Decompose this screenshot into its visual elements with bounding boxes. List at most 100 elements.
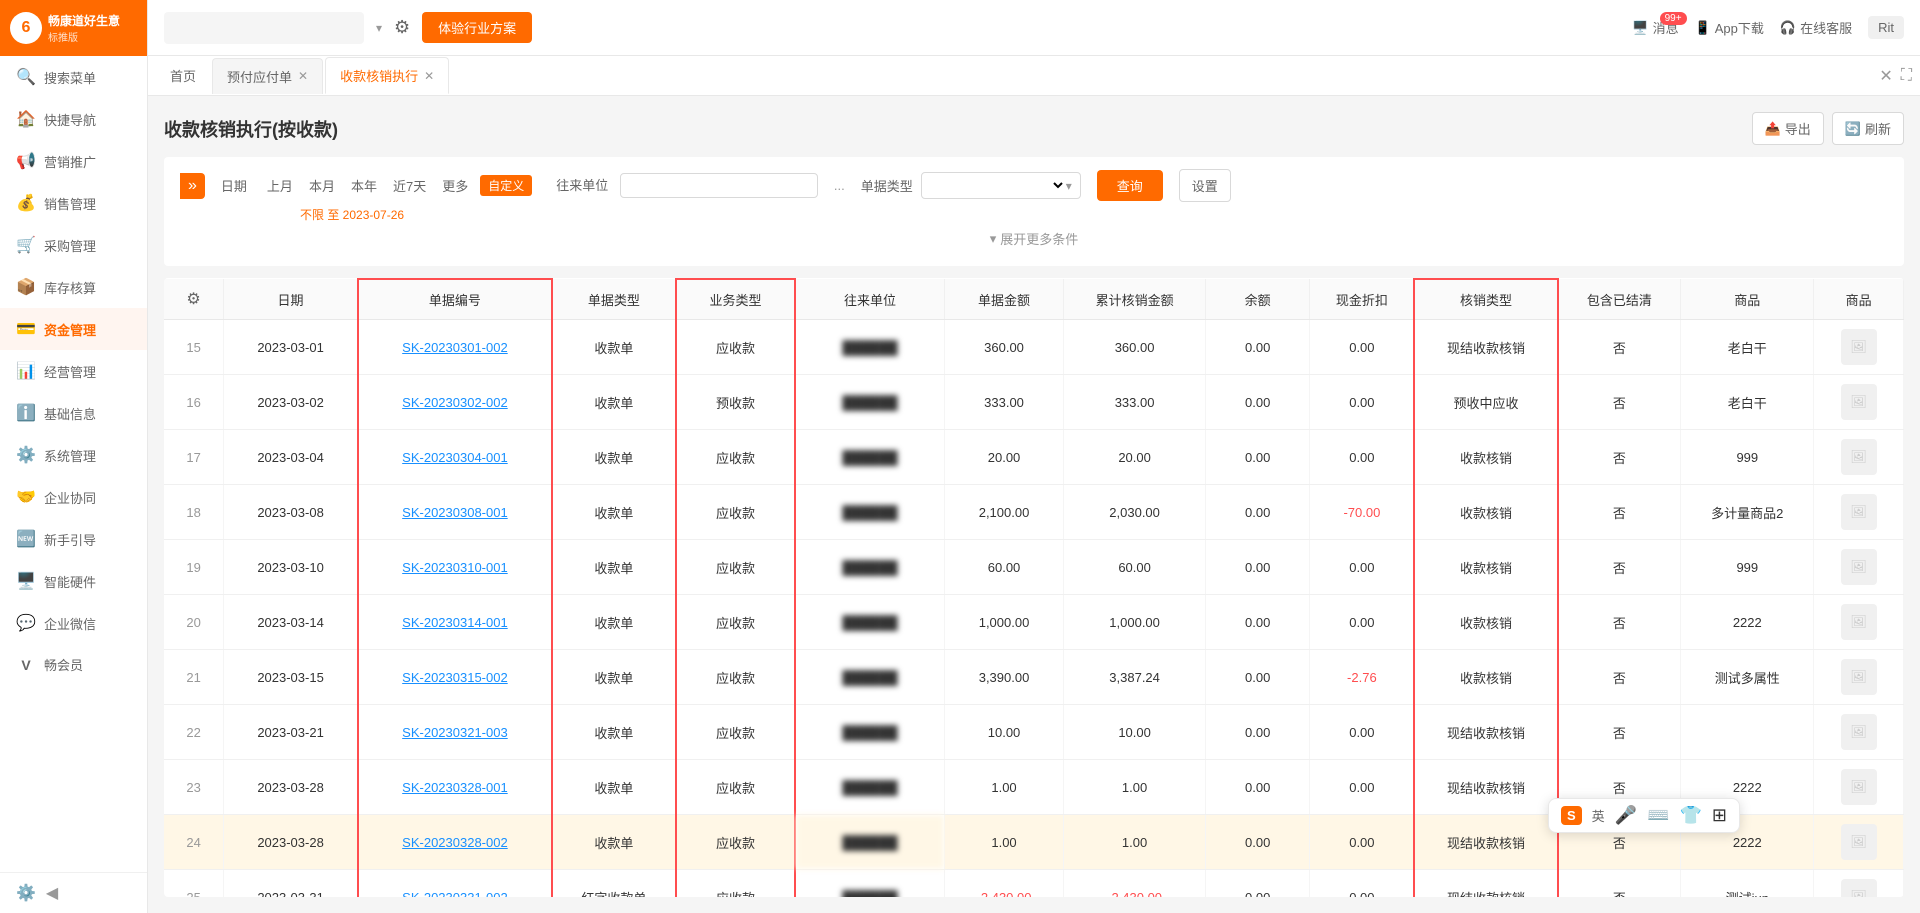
floating-ime-toolbar: S 英 🎤 ⌨️ 👕 ⊞ — [1548, 798, 1740, 833]
sidebar-item-sales[interactable]: 💰 销售管理 — [0, 182, 147, 224]
cell-voucher-no[interactable]: SK-20230310-001 — [358, 540, 552, 595]
floating-keyboard-icon[interactable]: ⌨️ — [1647, 805, 1669, 826]
cell-amount: 1.00 — [944, 815, 1063, 870]
sidebar-item-capital[interactable]: 💳 资金管理 — [0, 308, 147, 350]
tabbar-close-all-icon[interactable]: ✕ — [1879, 66, 1892, 86]
voucher-filter-label: 单据类型 — [861, 176, 913, 195]
cell-date: 2023-03-21 — [224, 705, 358, 760]
sidebar-item-purchase[interactable]: 🛒 采购管理 — [0, 224, 147, 266]
sidebar-item-label-inventory: 库存核算 — [44, 278, 96, 297]
topbar-online-service[interactable]: 🎧 在线客服 — [1780, 18, 1852, 37]
tabbar-expand-icon[interactable]: ⛶ — [1901, 67, 1912, 85]
tab-home[interactable]: 首页 — [156, 58, 210, 93]
filter-toggle-button[interactable]: » — [180, 173, 205, 199]
cell-voucher-no[interactable]: SK-20230315-002 — [358, 650, 552, 705]
topbar-app-download[interactable]: 📱 App下载 — [1695, 18, 1764, 37]
sidebar-item-marketing[interactable]: 📢 营销推广 — [0, 140, 147, 182]
topbar: ▾ ⚙ 体验行业方案 🖥️ 消息 99+ 📱 App下载 🎧 在线客服 Rit — [148, 0, 1920, 56]
service-icon: 🎧 — [1780, 20, 1796, 36]
topbar-chevron-icon: ▾ — [376, 21, 382, 35]
query-button[interactable]: 查询 — [1097, 170, 1163, 201]
cell-voucher-no[interactable]: SK-20230308-001 — [358, 485, 552, 540]
cell-product-thumb: 🖼 — [1814, 320, 1904, 375]
gear-icon: ⚙ — [186, 291, 200, 308]
unit-filter-input[interactable] — [620, 173, 818, 198]
solution-button[interactable]: 体验行业方案 — [422, 12, 532, 43]
th-gear[interactable]: ⚙ — [164, 279, 224, 320]
sidebar-item-guide[interactable]: 🆕 新手引导 — [0, 518, 147, 560]
export-button[interactable]: 📤 导出 — [1752, 112, 1824, 145]
floating-grid-icon[interactable]: ⊞ — [1712, 805, 1727, 826]
floating-mic-icon[interactable]: 🎤 — [1615, 805, 1637, 826]
topbar-user-menu[interactable]: Rit — [1868, 16, 1904, 39]
cell-voucher-no[interactable]: SK-20230304-001 — [358, 430, 552, 485]
date-btn-more[interactable]: 更多 — [438, 174, 472, 197]
page-actions: 📤 导出 🔄 刷新 — [1752, 112, 1904, 145]
cell-write-off-type: 收款核销 — [1414, 485, 1557, 540]
sidebar-item-operation[interactable]: 📊 经营管理 — [0, 350, 147, 392]
date-btn-last-month[interactable]: 上月 — [263, 174, 297, 197]
cell-voucher-no[interactable]: SK-20230331-002 — [358, 870, 552, 898]
sidebar-item-member[interactable]: V 畅会员 — [0, 644, 147, 685]
tab-collection[interactable]: 收款核销执行 ✕ — [325, 57, 449, 94]
sidebar-item-label-marketing: 营销推广 — [44, 152, 96, 171]
voucher-type-select-wrap: ▾ — [921, 172, 1081, 199]
date-btn-custom[interactable]: 自定义 — [480, 175, 532, 196]
cell-biz-type: 应收款 — [676, 650, 795, 705]
sidebar-item-search[interactable]: 🔍 搜索菜单 — [0, 56, 147, 98]
th-product: 商品 — [1681, 279, 1814, 320]
tab-prepay[interactable]: 预付应付单 ✕ — [212, 58, 323, 94]
collapse-icon[interactable]: ◀ — [46, 883, 58, 903]
cell-balance: 0.00 — [1205, 705, 1309, 760]
cell-voucher-no[interactable]: SK-20230328-002 — [358, 815, 552, 870]
tab-collection-close[interactable]: ✕ — [424, 69, 434, 83]
date-btn-this-year[interactable]: 本年 — [347, 174, 381, 197]
cell-write-off: 10.00 — [1064, 705, 1206, 760]
cell-balance: 0.00 — [1205, 650, 1309, 705]
row-number: 22 — [164, 705, 224, 760]
tab-prepay-close[interactable]: ✕ — [298, 69, 308, 83]
sidebar-item-enterprise[interactable]: 🤝 企业协同 — [0, 476, 147, 518]
cell-voucher-no[interactable]: SK-20230302-002 — [358, 375, 552, 430]
sidebar-item-inventory[interactable]: 📦 库存核算 — [0, 266, 147, 308]
cell-product-thumb: 🖼 — [1814, 870, 1904, 898]
cell-write-off-type: 收款核销 — [1414, 540, 1557, 595]
cell-unit: ██████ — [795, 320, 944, 375]
th-voucher-no: 单据编号 — [358, 279, 552, 320]
cell-voucher-no[interactable]: SK-20230314-001 — [358, 595, 552, 650]
sidebar-item-basic[interactable]: ℹ️ 基础信息 — [0, 392, 147, 434]
sidebar-item-system[interactable]: ⚙️ 系统管理 — [0, 434, 147, 476]
topbar-msg[interactable]: 🖥️ 消息 99+ — [1632, 18, 1678, 37]
th-voucher-type: 单据类型 — [552, 279, 676, 320]
cell-discount: -70.00 — [1310, 485, 1414, 540]
topbar-search-input[interactable] — [174, 20, 354, 35]
cell-discount: 0.00 — [1310, 430, 1414, 485]
cell-unit: ██████ — [795, 760, 944, 815]
sidebar-item-wechat[interactable]: 💬 企业微信 — [0, 602, 147, 644]
cell-date: 2023-03-28 — [224, 815, 358, 870]
cell-voucher-no[interactable]: SK-20230328-001 — [358, 760, 552, 815]
cell-product-thumb: 🖼 — [1814, 815, 1904, 870]
app-icon: 📱 — [1695, 20, 1711, 36]
cell-voucher-no[interactable]: SK-20230321-003 — [358, 705, 552, 760]
refresh-button[interactable]: 🔄 刷新 — [1832, 112, 1904, 145]
cell-date: 2023-03-15 — [224, 650, 358, 705]
main-area: ▾ ⚙ 体验行业方案 🖥️ 消息 99+ 📱 App下载 🎧 在线客服 Rit — [148, 0, 1920, 913]
voucher-type-select[interactable] — [930, 177, 1066, 194]
expand-more-conditions[interactable]: ▾ 展开更多条件 — [180, 223, 1888, 254]
table-row: 202023-03-14SK-20230314-001收款单应收款██████1… — [164, 595, 1904, 650]
date-btn-this-month[interactable]: 本月 — [305, 174, 339, 197]
topbar-gear-icon[interactable]: ⚙ — [394, 17, 410, 38]
cell-include-settled: 否 — [1558, 375, 1681, 430]
filter-setting-button[interactable]: 设置 — [1179, 169, 1231, 202]
cell-discount: 0.00 — [1310, 705, 1414, 760]
sidebar-item-quicknav[interactable]: 🏠 快捷导航 — [0, 98, 147, 140]
date-btn-7days[interactable]: 近7天 — [389, 174, 430, 197]
cell-discount: 0.00 — [1310, 870, 1414, 898]
cell-discount: -2.76 — [1310, 650, 1414, 705]
settings-bottom-icon[interactable]: ⚙️ — [16, 883, 36, 903]
sidebar-item-hardware[interactable]: 🖥️ 智能硬件 — [0, 560, 147, 602]
cell-voucher-no[interactable]: SK-20230301-002 — [358, 320, 552, 375]
filter-more-dots[interactable]: ... — [834, 178, 845, 193]
floating-shirt-icon[interactable]: 👕 — [1679, 805, 1701, 826]
